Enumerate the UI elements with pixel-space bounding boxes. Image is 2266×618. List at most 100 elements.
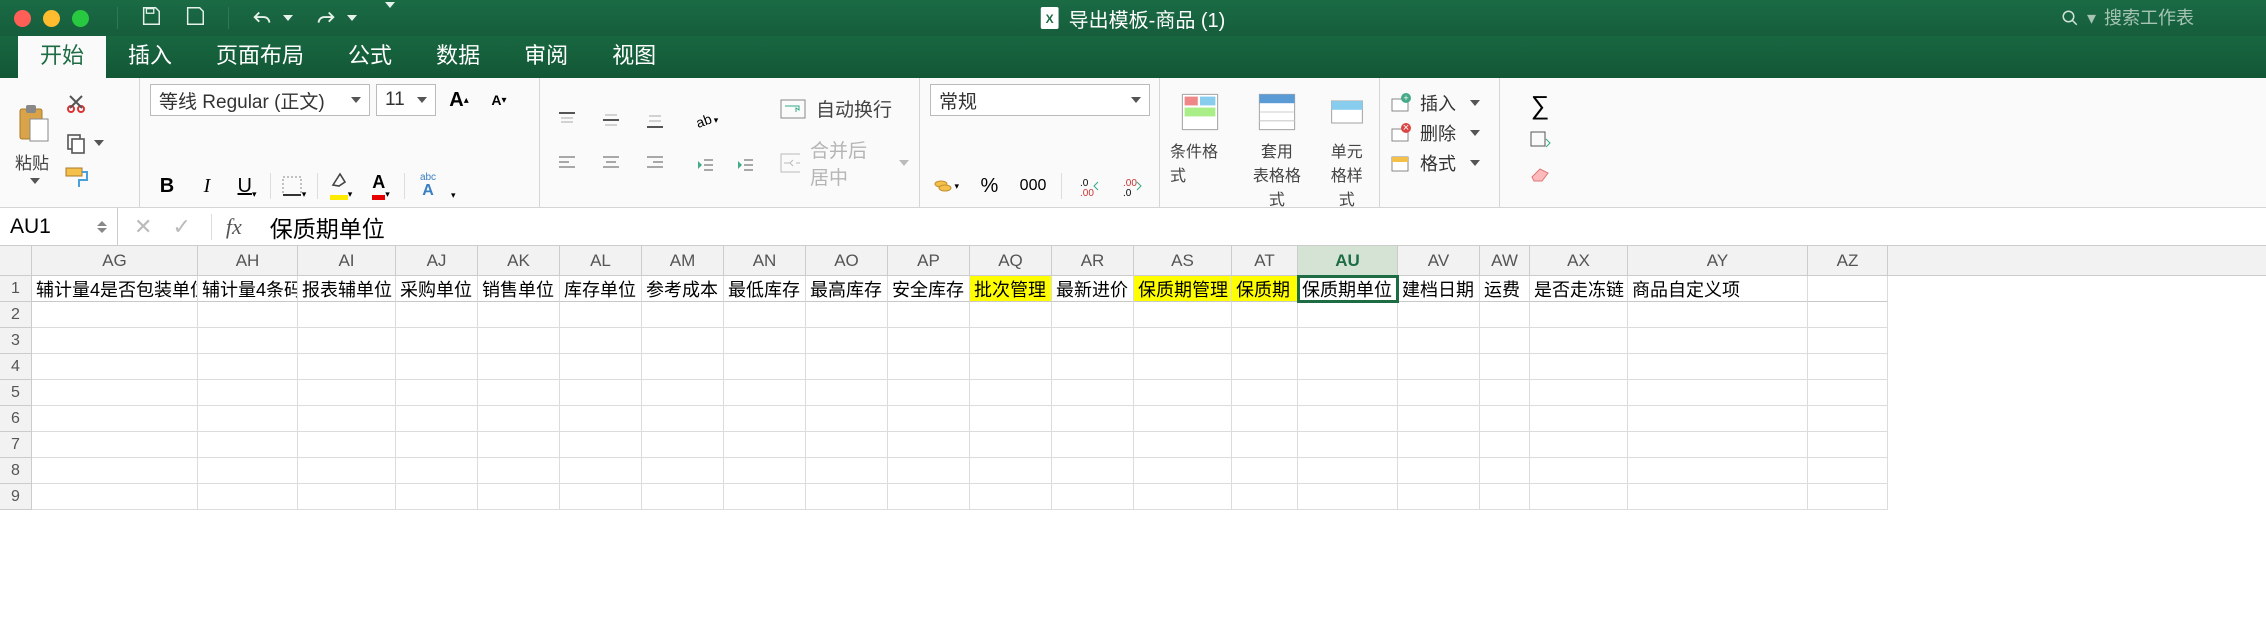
cell-AW8[interactable] <box>1480 458 1530 484</box>
column-header-AG[interactable]: AG <box>32 246 198 275</box>
cell-AS7[interactable] <box>1134 432 1232 458</box>
cell-AS6[interactable] <box>1134 406 1232 432</box>
cell-AQ6[interactable] <box>970 406 1052 432</box>
cell-AN3[interactable] <box>724 328 806 354</box>
cell-AK6[interactable] <box>478 406 560 432</box>
cell-AV9[interactable] <box>1398 484 1480 510</box>
cell-AY2[interactable] <box>1628 302 1808 328</box>
cell-AI4[interactable] <box>298 354 396 380</box>
format-cells-button[interactable]: 格式 <box>1390 150 1489 176</box>
orientation-button[interactable]: ab▾ <box>688 106 722 136</box>
cell-AL3[interactable] <box>560 328 642 354</box>
cell-AZ1[interactable] <box>1808 276 1888 302</box>
cell-AX9[interactable] <box>1530 484 1628 510</box>
zoom-window-button[interactable] <box>72 10 89 27</box>
cell-AK9[interactable] <box>478 484 560 510</box>
cell-AU3[interactable] <box>1298 328 1398 354</box>
cell-AU1[interactable]: 保质期单位 <box>1298 276 1398 302</box>
cell-AH3[interactable] <box>198 328 298 354</box>
close-window-button[interactable] <box>14 10 31 27</box>
cell-AN1[interactable]: 最低库存 <box>724 276 806 302</box>
cell-AH2[interactable] <box>198 302 298 328</box>
underline-button[interactable]: U▾ <box>230 171 264 201</box>
column-header-AM[interactable]: AM <box>642 246 724 275</box>
align-right-button[interactable] <box>638 147 672 177</box>
align-left-button[interactable] <box>550 147 584 177</box>
cell-AQ9[interactable] <box>970 484 1052 510</box>
formula-input[interactable] <box>258 213 2266 240</box>
cell-AK4[interactable] <box>478 354 560 380</box>
column-header-AS[interactable]: AS <box>1134 246 1232 275</box>
redo-icon[interactable] <box>315 7 357 29</box>
cell-AO1[interactable]: 最高库存 <box>806 276 888 302</box>
cell-AG6[interactable] <box>32 406 198 432</box>
autosum-button[interactable]: ∑ <box>1520 90 1560 120</box>
column-header-AI[interactable]: AI <box>298 246 396 275</box>
tab-formulas[interactable]: 公式 <box>326 30 414 78</box>
cell-AV5[interactable] <box>1398 380 1480 406</box>
cell-AY7[interactable] <box>1628 432 1808 458</box>
delete-cells-button[interactable]: ×删除 <box>1390 120 1489 146</box>
align-top-button[interactable] <box>550 105 584 135</box>
cell-AL7[interactable] <box>560 432 642 458</box>
row-header-7[interactable]: 7 <box>0 432 32 458</box>
column-header-AO[interactable]: AO <box>806 246 888 275</box>
cell-AL8[interactable] <box>560 458 642 484</box>
cell-AJ5[interactable] <box>396 380 478 406</box>
cell-AZ2[interactable] <box>1808 302 1888 328</box>
cell-AV6[interactable] <box>1398 406 1480 432</box>
cell-AH7[interactable] <box>198 432 298 458</box>
row-header-3[interactable]: 3 <box>0 328 32 354</box>
cell-AP4[interactable] <box>888 354 970 380</box>
cell-AS9[interactable] <box>1134 484 1232 510</box>
cell-AW3[interactable] <box>1480 328 1530 354</box>
cell-AS4[interactable] <box>1134 354 1232 380</box>
cell-AV3[interactable] <box>1398 328 1480 354</box>
save-icon[interactable] <box>140 5 162 32</box>
align-middle-button[interactable] <box>594 105 628 135</box>
cell-AI6[interactable] <box>298 406 396 432</box>
cell-AR1[interactable]: 最新进价 <box>1052 276 1134 302</box>
cell-AX4[interactable] <box>1530 354 1628 380</box>
cell-AR4[interactable] <box>1052 354 1134 380</box>
cell-AO2[interactable] <box>806 302 888 328</box>
column-header-AT[interactable]: AT <box>1232 246 1298 275</box>
cell-AL5[interactable] <box>560 380 642 406</box>
cell-AN4[interactable] <box>724 354 806 380</box>
cell-AK7[interactable] <box>478 432 560 458</box>
tab-view[interactable]: 视图 <box>590 30 678 78</box>
cell-AH4[interactable] <box>198 354 298 380</box>
tab-page-layout[interactable]: 页面布局 <box>194 30 326 78</box>
cell-AJ8[interactable] <box>396 458 478 484</box>
cell-AX8[interactable] <box>1530 458 1628 484</box>
cell-AU6[interactable] <box>1298 406 1398 432</box>
cell-AV7[interactable] <box>1398 432 1480 458</box>
cell-AS3[interactable] <box>1134 328 1232 354</box>
cell-AQ4[interactable] <box>970 354 1052 380</box>
cell-styles-button[interactable]: 单元 格样式 <box>1325 90 1369 210</box>
cell-AX1[interactable]: 是否走冻链 <box>1530 276 1628 302</box>
cell-AS5[interactable] <box>1134 380 1232 406</box>
cell-AU8[interactable] <box>1298 458 1398 484</box>
cut-icon[interactable] <box>64 92 104 121</box>
cell-AJ7[interactable] <box>396 432 478 458</box>
cell-AN2[interactable] <box>724 302 806 328</box>
column-header-AW[interactable]: AW <box>1480 246 1530 275</box>
cell-AX7[interactable] <box>1530 432 1628 458</box>
cell-AL4[interactable] <box>560 354 642 380</box>
cell-AM2[interactable] <box>642 302 724 328</box>
font-name-select[interactable]: 等线 Regular (正文) <box>150 84 370 116</box>
cell-AW6[interactable] <box>1480 406 1530 432</box>
fill-button[interactable] <box>1520 124 1560 154</box>
currency-button[interactable]: ▾ <box>930 171 962 201</box>
cell-AQ7[interactable] <box>970 432 1052 458</box>
percent-button[interactable]: % <box>974 171 1006 201</box>
cell-AO4[interactable] <box>806 354 888 380</box>
cell-AV2[interactable] <box>1398 302 1480 328</box>
column-header-AZ[interactable]: AZ <box>1808 246 1888 275</box>
cell-AR8[interactable] <box>1052 458 1134 484</box>
column-header-AR[interactable]: AR <box>1052 246 1134 275</box>
increase-decimal-button[interactable]: .0.00 <box>1074 171 1106 201</box>
cell-AR6[interactable] <box>1052 406 1134 432</box>
cell-AT3[interactable] <box>1232 328 1298 354</box>
